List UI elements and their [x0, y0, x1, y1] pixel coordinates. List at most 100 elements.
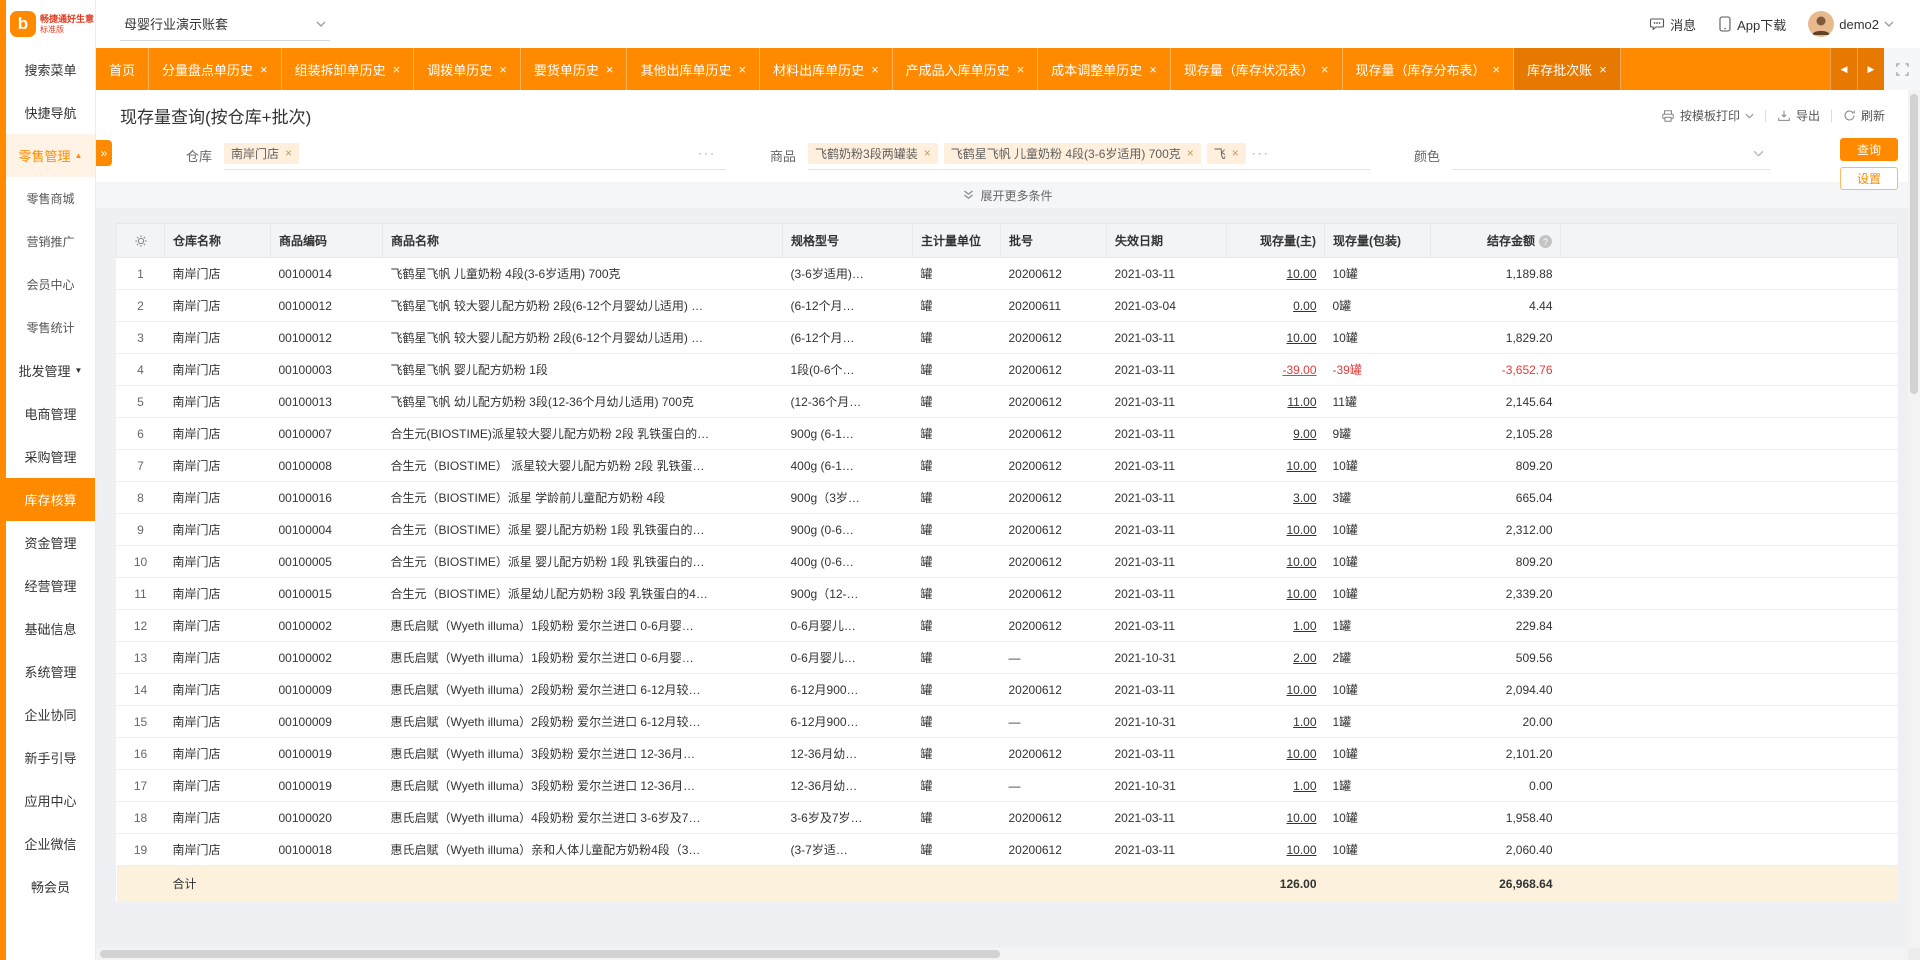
horizontal-scrollbar[interactable]: [96, 948, 1908, 960]
qty-main-link[interactable]: 10.00: [1286, 331, 1316, 345]
horizontal-scrollbar-thumb[interactable]: [100, 950, 1000, 958]
cell-row-number: 5: [116, 385, 165, 418]
sidebar-item-2[interactable]: 零售管理 ▲: [6, 134, 95, 177]
tabs-scroll-right-button[interactable]: ▶: [1857, 48, 1884, 90]
qty-main-link[interactable]: 11.00: [1287, 395, 1316, 409]
sidebar-item-0[interactable]: 搜索菜单: [6, 48, 95, 91]
tab-close-icon[interactable]: ×: [260, 62, 268, 77]
vertical-scrollbar[interactable]: [1908, 90, 1920, 948]
qty-main-link[interactable]: 10.00: [1286, 683, 1316, 697]
qty-main-link[interactable]: 10.00: [1286, 811, 1316, 825]
tab-7[interactable]: 产成品入库单历史 ×: [893, 48, 1039, 90]
tab-11[interactable]: 库存批次账 ×: [1514, 48, 1621, 90]
sidebar-item-5[interactable]: 会员中心: [6, 263, 95, 306]
product-filter-input[interactable]: 飞鹤奶粉3段两罐装 × 飞鹤星飞帆 儿童奶粉 4段(3-6岁适用) 700克 × 飞 × …: [808, 140, 1370, 170]
brand-logo[interactable]: b 畅捷通好生意 标准版: [0, 0, 95, 48]
tab-5[interactable]: 其他出库单历史 ×: [627, 48, 761, 90]
tab-close-icon[interactable]: ×: [871, 62, 879, 77]
tab-10[interactable]: 现存量（库存分布表） ×: [1343, 48, 1515, 90]
cell-unit: 罐: [912, 737, 1001, 770]
qty-main-link[interactable]: 10.00: [1286, 459, 1316, 473]
qty-main-link[interactable]: 10.00: [1286, 843, 1316, 857]
qty-main-link[interactable]: 10.00: [1286, 587, 1316, 601]
qty-main-link[interactable]: 10.00: [1286, 267, 1316, 281]
sidebar-item-7[interactable]: 批发管理 ▼: [6, 349, 95, 392]
tab-3[interactable]: 调拨单历史 ×: [414, 48, 521, 90]
filter-tag[interactable]: 飞 ×: [1206, 142, 1246, 164]
tab-close-icon[interactable]: ×: [738, 62, 746, 77]
tab-close-icon[interactable]: ×: [1599, 62, 1607, 77]
sidebar-item-6[interactable]: 零售统计: [6, 306, 95, 349]
tab-0[interactable]: 首页: [96, 48, 150, 90]
tag-close-icon[interactable]: ×: [1232, 146, 1239, 160]
filter-tag[interactable]: 飞鹤奶粉3段两罐装 ×: [808, 142, 938, 164]
sidebar-item-13[interactable]: 基础信息: [6, 607, 95, 650]
tab-9[interactable]: 现存量（库存状况表） ×: [1171, 48, 1343, 90]
tag-close-icon[interactable]: ×: [285, 146, 292, 160]
sidebar-item-14[interactable]: 系统管理: [6, 650, 95, 693]
warehouse-filter-input[interactable]: 南岸门店 × ···: [224, 140, 726, 170]
sidebar-item-12[interactable]: 经营管理: [6, 564, 95, 607]
refresh-button[interactable]: 刷新: [1832, 107, 1896, 124]
tab-8[interactable]: 成本调整单历史 ×: [1038, 48, 1171, 90]
sidebar-item-17[interactable]: 应用中心: [6, 779, 95, 822]
vertical-scrollbar-thumb[interactable]: [1910, 94, 1918, 394]
tab-close-icon[interactable]: ×: [499, 62, 507, 77]
print-by-template-button[interactable]: 按模板打印: [1650, 107, 1765, 124]
tab-close-icon[interactable]: ×: [393, 62, 401, 77]
sidebar-item-10[interactable]: 库存核算: [6, 478, 95, 521]
tab-close-icon[interactable]: ×: [1321, 62, 1329, 77]
tabs-scroll-left-button[interactable]: ◀: [1830, 48, 1857, 90]
sidebar-item-3[interactable]: 零售商城: [6, 177, 95, 220]
qty-main-link[interactable]: -39.00: [1282, 363, 1316, 377]
sidebar-item-9[interactable]: 采购管理: [6, 435, 95, 478]
query-button[interactable]: 查询: [1840, 138, 1898, 161]
filter-tag[interactable]: 南岸门店 ×: [224, 142, 300, 164]
messages-button[interactable]: 消息: [1649, 15, 1696, 34]
tab-4[interactable]: 要货单历史 ×: [521, 48, 628, 90]
qty-main-link[interactable]: 10.00: [1286, 555, 1316, 569]
qty-main-link[interactable]: 10.00: [1286, 523, 1316, 537]
qty-main-link[interactable]: 3.00: [1293, 491, 1316, 505]
expand-more-conditions[interactable]: 展开更多条件: [96, 182, 1920, 208]
tab-close-icon[interactable]: ×: [1017, 62, 1025, 77]
sidebar-item-1[interactable]: 快捷导航: [6, 91, 95, 134]
tab-1[interactable]: 分量盘点单历史 ×: [149, 48, 282, 90]
qty-main-link[interactable]: 10.00: [1286, 747, 1316, 761]
user-menu[interactable]: demo2: [1808, 11, 1894, 37]
filter-tag[interactable]: 飞鹤星飞帆 儿童奶粉 4段(3-6岁适用) 700克 ×: [943, 142, 1201, 164]
sidebar-item-4[interactable]: 营销推广: [6, 220, 95, 263]
qty-main-link[interactable]: 0.00: [1293, 299, 1316, 313]
filter-buttons: 查询 设置: [1840, 138, 1898, 190]
warehouse-more-button[interactable]: ···: [698, 146, 726, 160]
tab-2[interactable]: 组装拆卸单历史 ×: [282, 48, 415, 90]
color-filter-input[interactable]: [1452, 140, 1770, 170]
qty-main-link[interactable]: 1.00: [1293, 779, 1316, 793]
tab-close-icon[interactable]: ×: [1149, 62, 1157, 77]
cell-batch: 20200612: [1000, 609, 1107, 642]
info-icon[interactable]: ?: [1539, 235, 1552, 249]
column-settings-button[interactable]: [116, 223, 165, 258]
tag-close-icon[interactable]: ×: [924, 146, 931, 160]
fullscreen-button[interactable]: [1884, 48, 1920, 90]
product-more-button[interactable]: ···: [1252, 146, 1270, 160]
tab-6[interactable]: 材料出库单历史 ×: [760, 48, 893, 90]
qty-main-link[interactable]: 9.00: [1293, 427, 1316, 441]
sidebar-item-18[interactable]: 企业微信: [6, 822, 95, 865]
account-select[interactable]: 母婴行业演示账套: [120, 7, 330, 41]
export-button[interactable]: 导出: [1766, 107, 1831, 124]
sidebar-item-19[interactable]: 畅会员: [6, 865, 95, 908]
sidebar-item-8[interactable]: 电商管理: [6, 392, 95, 435]
sidebar-item-11[interactable]: 资金管理: [6, 521, 95, 564]
qty-main-link[interactable]: 2.00: [1293, 651, 1316, 665]
sidebar-item-16[interactable]: 新手引导: [6, 736, 95, 779]
qty-main-link[interactable]: 1.00: [1293, 619, 1316, 633]
tab-close-icon[interactable]: ×: [1493, 62, 1501, 77]
tag-close-icon[interactable]: ×: [1187, 146, 1194, 160]
sidebar-item-15[interactable]: 企业协同: [6, 693, 95, 736]
filter-collapse-button[interactable]: »: [96, 140, 112, 166]
tab-close-icon[interactable]: ×: [606, 62, 614, 77]
settings-button[interactable]: 设置: [1840, 167, 1898, 190]
qty-main-link[interactable]: 1.00: [1293, 715, 1316, 729]
app-download-button[interactable]: App下载: [1718, 15, 1786, 34]
